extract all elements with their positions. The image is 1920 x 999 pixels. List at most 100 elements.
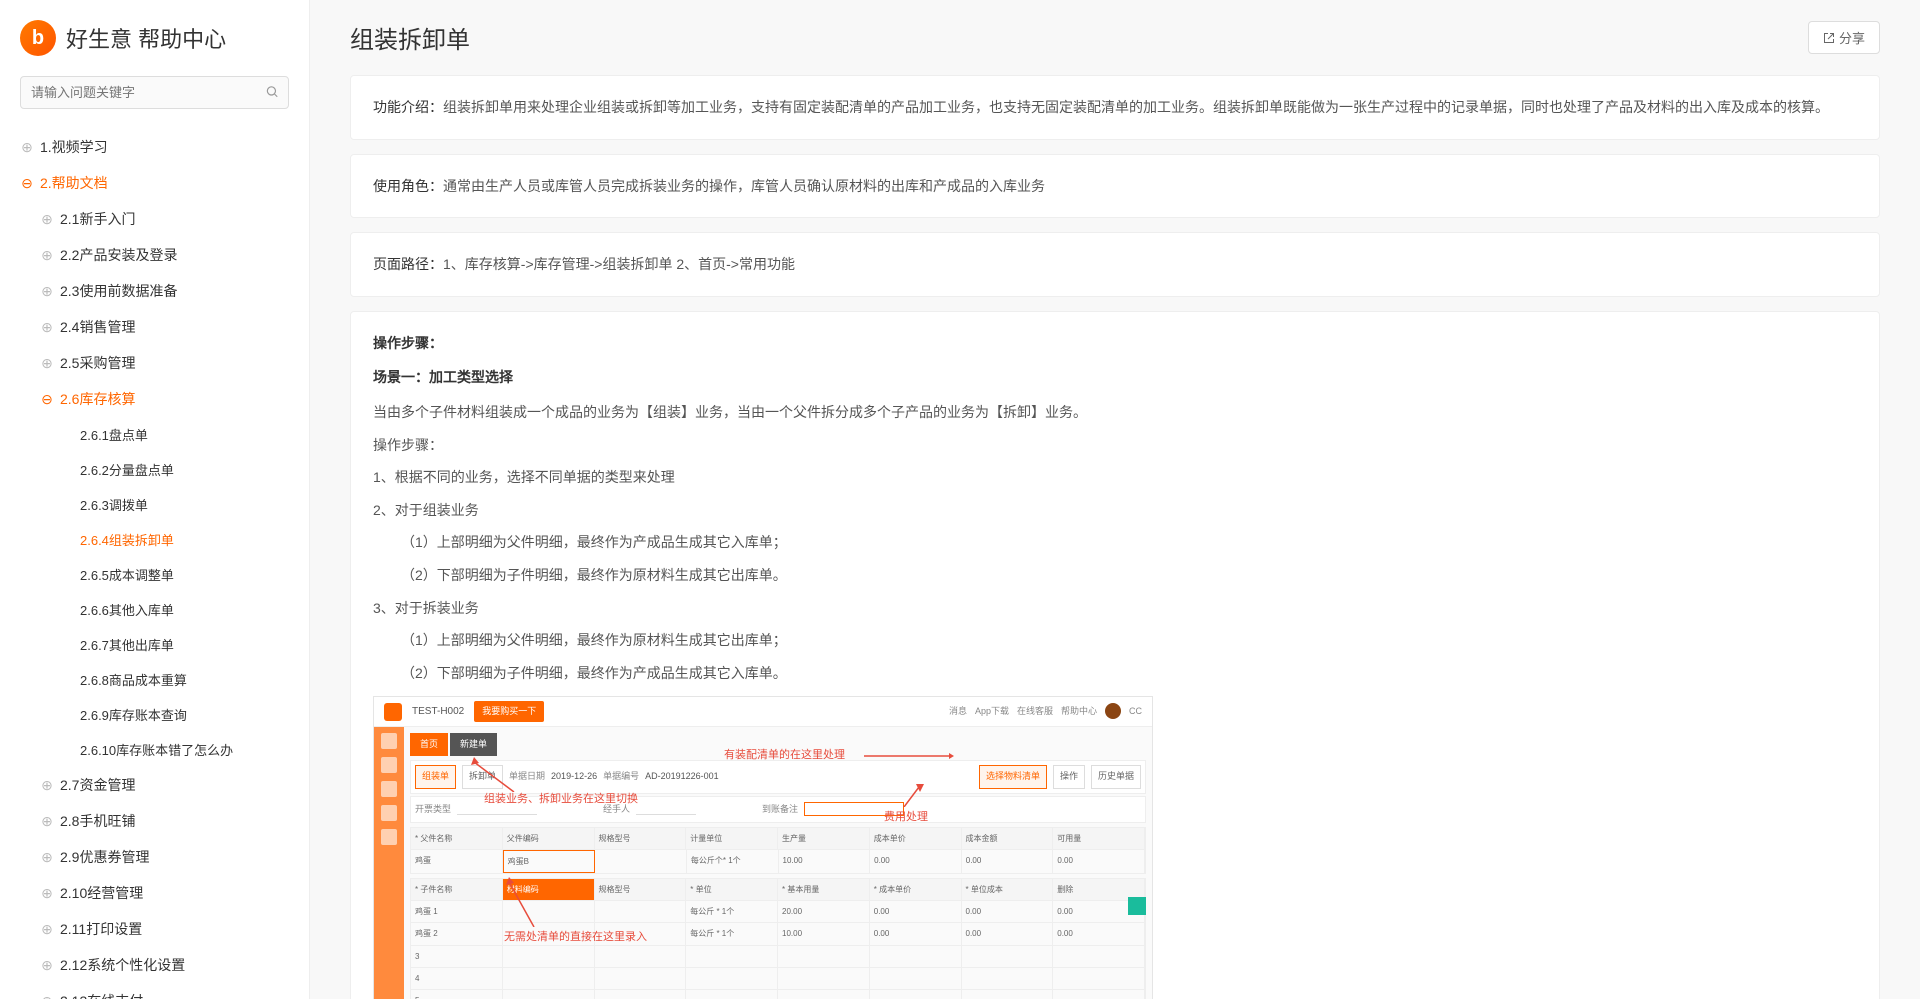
- plus-icon: ⊕: [20, 140, 34, 154]
- share-button[interactable]: 分享: [1808, 21, 1880, 54]
- step3-1: （1）上部明细为父件明细，最终作为原材料生成其它出库单；: [373, 627, 1857, 654]
- path-text: 1、库存核算->库存管理->组装拆卸单 2、首页->常用功能: [443, 256, 795, 272]
- shot-float-icon: [1128, 897, 1146, 915]
- plus-icon: ⊕: [40, 248, 54, 262]
- arrow-icon: [504, 877, 544, 927]
- plus-icon: ⊕: [40, 814, 54, 828]
- search-input[interactable]: [20, 76, 289, 109]
- scene1-title: 场景一：加工类型选择: [373, 364, 1857, 391]
- shot-side-icon: [381, 805, 397, 821]
- shot-tab-home: 首页: [410, 733, 448, 756]
- steps-title: 操作步骤：: [373, 330, 1857, 357]
- shot-code-val: AD-20191226-001: [645, 768, 719, 785]
- plus-icon: ⊕: [40, 284, 54, 298]
- nav-2-6-9[interactable]: 2.6.9库存账本查询: [20, 697, 289, 732]
- arrow-icon: [469, 757, 519, 792]
- sidebar: b 好生意 帮助中心 ⊕1.视频学习 ⊖2.帮助文档 ⊕2.1新手入门 ⊕2.2…: [0, 0, 310, 999]
- nav-2-11[interactable]: ⊕2.11打印设置: [20, 911, 289, 947]
- plus-icon: ⊕: [40, 994, 54, 999]
- nav-2-6-1[interactable]: 2.6.1盘点单: [20, 417, 289, 452]
- nav-2-13[interactable]: ⊕2.13在线支付: [20, 983, 289, 999]
- main-content: 组装拆卸单 分享 功能介绍：组装拆卸单用来处理企业组装或拆卸等加工业务，支持有固…: [310, 0, 1920, 999]
- nav-2-6-6[interactable]: 2.6.6其他入库单: [20, 592, 289, 627]
- nav-2-10[interactable]: ⊕2.10经营管理: [20, 875, 289, 911]
- nav-2-8[interactable]: ⊕2.8手机旺铺: [20, 803, 289, 839]
- shot-app: App下载: [975, 703, 1009, 720]
- role-card: 使用角色：通常由生产人员或库管人员完成拆装业务的操作，库管人员确认原材料的出库和…: [350, 154, 1880, 219]
- nav-2-9[interactable]: ⊕2.9优惠券管理: [20, 839, 289, 875]
- nav-2-4[interactable]: ⊕2.4销售管理: [20, 309, 289, 345]
- nav-2-6-4[interactable]: 2.6.4组装拆卸单: [20, 522, 289, 557]
- nav-docs[interactable]: ⊖2.帮助文档: [20, 165, 289, 201]
- role-text: 通常由生产人员或库管人员完成拆装业务的操作，库管人员确认原材料的出库和产成品的入…: [443, 178, 1045, 194]
- shot-btn-hist: 历史单据: [1091, 765, 1141, 788]
- shot-code-label: 单据编号: [603, 768, 639, 785]
- nav-2-6-2[interactable]: 2.6.2分量盘点单: [20, 452, 289, 487]
- steps-sub: 操作步骤：: [373, 432, 1857, 459]
- nav-2-12[interactable]: ⊕2.12系统个性化设置: [20, 947, 289, 983]
- nav-2-6[interactable]: ⊖2.6库存核算: [20, 381, 289, 417]
- share-icon: [1823, 32, 1835, 44]
- nav-2-2[interactable]: ⊕2.2产品安装及登录: [20, 237, 289, 273]
- intro-text: 组装拆卸单用来处理企业组装或拆卸等加工业务，支持有固定装配清单的产品加工业务，也…: [443, 99, 1829, 115]
- shot-side-icon: [381, 829, 397, 845]
- step2-2: （2）下部明细为子件明细，最终作为原材料生成其它出库单。: [373, 562, 1857, 589]
- shot-service: 在线客服: [1017, 703, 1053, 720]
- shot-help: 帮助中心: [1061, 703, 1097, 720]
- path-card: 页面路径：1、库存核算->库存管理->组装拆卸单 2、首页->常用功能: [350, 232, 1880, 297]
- plus-icon: ⊕: [40, 356, 54, 370]
- shot-btn-bom: 选择物料清单: [979, 765, 1047, 788]
- shot-user: CC: [1129, 703, 1142, 720]
- nav-2-7[interactable]: ⊕2.7资金管理: [20, 767, 289, 803]
- intro-label: 功能介绍：: [373, 99, 443, 115]
- shot-side-icon: [381, 781, 397, 797]
- intro-card: 功能介绍：组装拆卸单用来处理企业组装或拆卸等加工业务，支持有固定装配清单的产品加…: [350, 75, 1880, 140]
- shot-btn-assemble: 组装单: [415, 765, 456, 788]
- shot-top-right: 消息 App下载 在线客服 帮助中心 CC: [949, 703, 1142, 720]
- shot-btn-op: 操作: [1053, 765, 1085, 788]
- logo-icon: b: [20, 20, 56, 56]
- path-label: 页面路径：: [373, 256, 443, 272]
- nav-list: ⊕1.视频学习 ⊖2.帮助文档 ⊕2.1新手入门 ⊕2.2产品安装及登录 ⊕2.…: [20, 129, 289, 999]
- shot-side-icon: [381, 733, 397, 749]
- step2-1: （1）上部明细为父件明细，最终作为产成品生成其它入库单；: [373, 529, 1857, 556]
- nav-2-6-8[interactable]: 2.6.8商品成本重算: [20, 662, 289, 697]
- steps-card: 操作步骤： 场景一：加工类型选择 当由多个子件材料组装成一个成品的业务为【组装】…: [350, 311, 1880, 999]
- shot-remark-label: 到账备注: [762, 801, 798, 818]
- nav-2-5[interactable]: ⊕2.5采购管理: [20, 345, 289, 381]
- shot-sidebar: [374, 727, 404, 999]
- arrow-icon: [864, 751, 954, 761]
- annotation-3: 费用处理: [884, 807, 928, 828]
- step3-2: （2）下部明细为子件明细，最终作为产成品生成其它入库单。: [373, 660, 1857, 687]
- plus-icon: ⊕: [40, 958, 54, 972]
- nav-2-1[interactable]: ⊕2.1新手入门: [20, 201, 289, 237]
- shot-side-icon: [381, 757, 397, 773]
- role-label: 使用角色：: [373, 178, 443, 194]
- nav-2-6-5[interactable]: 2.6.5成本调整单: [20, 557, 289, 592]
- logo-text: 好生意 帮助中心: [66, 22, 226, 54]
- page-header: 组装拆卸单 分享: [350, 20, 1880, 55]
- plus-icon: ⊕: [40, 850, 54, 864]
- shot-buy-button: 我要购买一下: [474, 701, 544, 722]
- search-icon[interactable]: [265, 84, 279, 101]
- shot-type-label: 开票类型: [415, 801, 451, 818]
- step3: 3、对于拆装业务: [373, 595, 1857, 622]
- arrow-icon: [894, 782, 924, 807]
- nav-video[interactable]: ⊕1.视频学习: [20, 129, 289, 165]
- plus-icon: ⊕: [40, 212, 54, 226]
- shot-parent-table: * 父件名称父件编码规格型号计量单位生产量成本单价成本金额可用量 鸡蛋鸡蛋B每公…: [410, 827, 1146, 874]
- page-title: 组装拆卸单: [350, 20, 470, 55]
- nav-2-6-7[interactable]: 2.6.7其他出库单: [20, 627, 289, 662]
- nav-2-3[interactable]: ⊕2.3使用前数据准备: [20, 273, 289, 309]
- shot-date-val: 2019-12-26: [551, 768, 597, 785]
- nav-2-6-3[interactable]: 2.6.3调拨单: [20, 487, 289, 522]
- plus-icon: ⊕: [40, 778, 54, 792]
- plus-icon: ⊕: [40, 320, 54, 334]
- step1: 1、根据不同的业务，选择不同单据的类型来处理: [373, 464, 1857, 491]
- shot-logo-icon: [384, 703, 402, 721]
- nav-2-6-10[interactable]: 2.6.10库存账本错了怎么办: [20, 732, 289, 767]
- minus-icon: ⊖: [40, 392, 54, 406]
- plus-icon: ⊕: [40, 922, 54, 936]
- shot-test-label: TEST-H002: [412, 702, 464, 721]
- shot-msg: 消息: [949, 703, 967, 720]
